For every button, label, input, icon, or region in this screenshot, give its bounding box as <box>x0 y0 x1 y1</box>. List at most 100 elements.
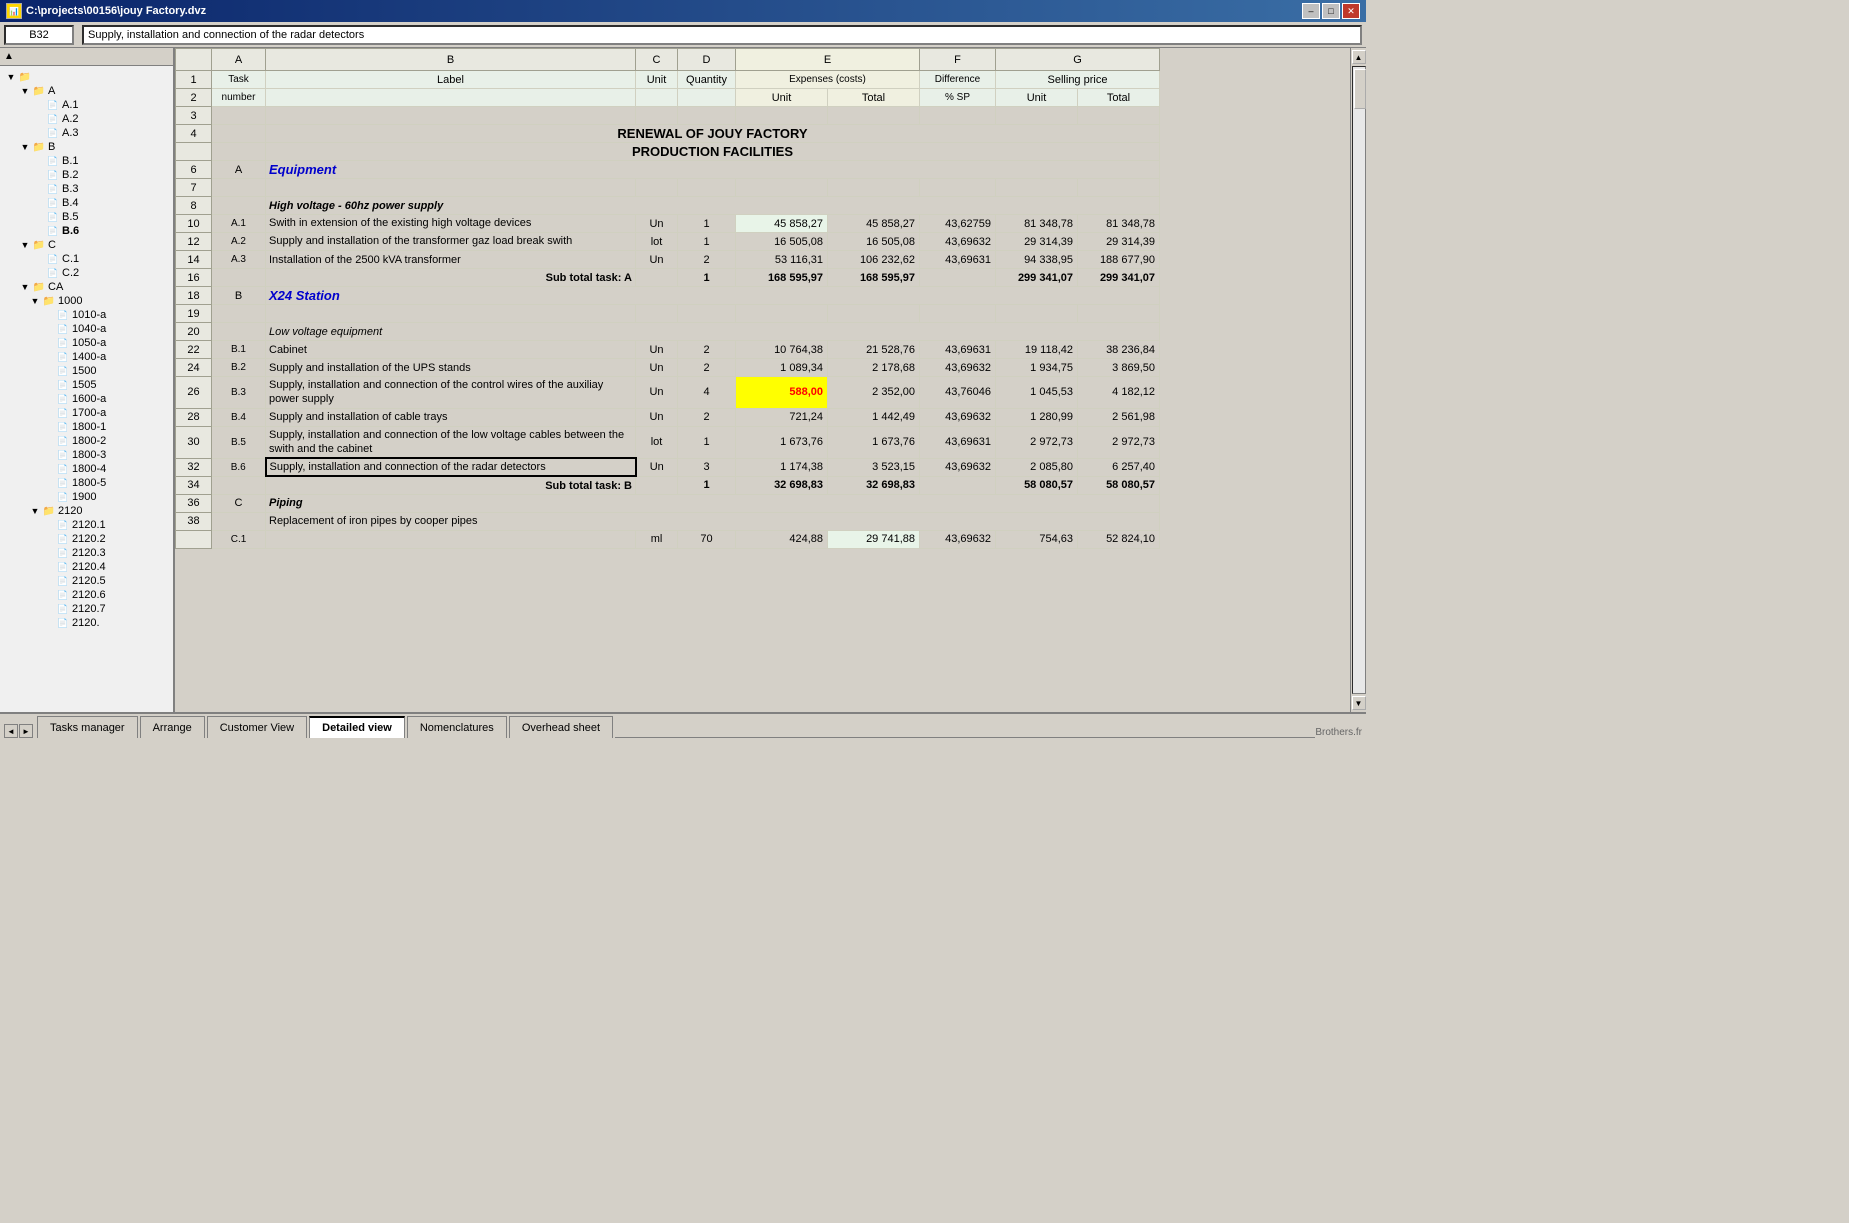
cell-A16[interactable] <box>212 269 266 287</box>
cell-G2[interactable]: Unit <box>996 89 1078 107</box>
cell-E34-total[interactable]: 32 698,83 <box>828 476 920 494</box>
cell-A3[interactable] <box>212 107 266 125</box>
cell-D3[interactable] <box>678 107 736 125</box>
cell-B1[interactable]: Label <box>266 71 636 89</box>
B-expander[interactable]: ▼ <box>18 142 32 152</box>
cell-G16[interactable]: 299 341,07 <box>996 269 1078 287</box>
cell-F19[interactable] <box>920 305 996 323</box>
cell-E22-total[interactable]: 21 528,76 <box>828 341 920 359</box>
col-header-F[interactable]: F <box>920 49 996 71</box>
cell-F2[interactable]: % SP <box>920 89 996 107</box>
tab-scroll-right[interactable]: ► <box>19 724 33 738</box>
tree-item-B[interactable]: ▼ 📁 B <box>4 140 169 154</box>
cell-E22-unit[interactable]: 10 764,38 <box>736 341 828 359</box>
cell-F22[interactable]: 43,69631 <box>920 341 996 359</box>
cell-B24[interactable]: Supply and installation of the UPS stand… <box>266 359 636 377</box>
tree-item-C[interactable]: ▼ 📁 C <box>4 238 169 252</box>
cell-B6[interactable]: Equipment <box>266 161 1160 179</box>
scroll-down-button[interactable]: ▼ <box>1352 696 1366 710</box>
cell-D10[interactable]: 1 <box>678 215 736 233</box>
tree-item-2120-1[interactable]: 📄 2120.1 <box>4 518 169 532</box>
tab-arrange[interactable]: Arrange <box>140 716 205 738</box>
cell-E39-unit[interactable]: 424,88 <box>736 530 828 548</box>
cell-A22[interactable]: B.1 <box>212 341 266 359</box>
cell-C19[interactable] <box>636 305 678 323</box>
cell-D34[interactable]: 1 <box>678 476 736 494</box>
cell-G22[interactable]: 19 118,42 <box>996 341 1078 359</box>
cell-A39[interactable]: C.1 <box>212 530 266 548</box>
cell-C16[interactable] <box>636 269 678 287</box>
cell-B32[interactable]: Supply, installation and connection of t… <box>266 458 636 476</box>
cell-E19[interactable] <box>736 305 828 323</box>
cell-G3[interactable] <box>996 107 1078 125</box>
cell-A36[interactable]: C <box>212 494 266 512</box>
cell-A18[interactable]: B <box>212 287 266 305</box>
cell-A4[interactable] <box>212 125 266 143</box>
cell-G26[interactable]: 1 045,53 <box>996 377 1078 409</box>
cell-F12[interactable]: 43,69632 <box>920 233 996 251</box>
cell-A14[interactable]: A.3 <box>212 251 266 269</box>
tree-item-B2[interactable]: 📄 B.2 <box>4 168 169 182</box>
cell-F28[interactable]: 43,69632 <box>920 408 996 426</box>
cell-A30[interactable]: B.5 <box>212 426 266 458</box>
cell-B18[interactable]: X24 Station <box>266 287 1160 305</box>
tree-item-2120-2[interactable]: 📄 2120.2 <box>4 532 169 546</box>
cell-B12[interactable]: Supply and installation of the transform… <box>266 233 636 251</box>
tree-item-2120-3[interactable]: 📄 2120.3 <box>4 546 169 560</box>
cell-E39-total[interactable]: 29 741,88 <box>828 530 920 548</box>
tab-detailed-view[interactable]: Detailed view <box>309 716 405 738</box>
cell-E30-unit[interactable]: 1 673,76 <box>736 426 828 458</box>
tree-item-C2[interactable]: 📄 C.2 <box>4 266 169 280</box>
cell-C7[interactable] <box>636 179 678 197</box>
cell-I12[interactable]: 29 314,39 <box>1078 233 1160 251</box>
cell-E24-total[interactable]: 2 178,68 <box>828 359 920 377</box>
tree-item-2120[interactable]: ▼ 📁 2120 <box>4 504 169 518</box>
cell-B38[interactable]: Replacement of iron pipes by cooper pipe… <box>266 512 1160 530</box>
cell-A5[interactable] <box>212 143 266 161</box>
cell-I39[interactable]: 52 824,10 <box>1078 530 1160 548</box>
cell-C26[interactable]: Un <box>636 377 678 409</box>
cell-A12[interactable]: A.2 <box>212 233 266 251</box>
tree-item-1600[interactable]: 📄 1600-a <box>4 392 169 406</box>
cell-E28-unit[interactable]: 721,24 <box>736 408 828 426</box>
cell-I19[interactable] <box>1078 305 1160 323</box>
cell-F10[interactable]: 43,62759 <box>920 215 996 233</box>
grid-scroll[interactable]: A B C D E F G 1 Task Label Un <box>175 48 1350 712</box>
cell-I30[interactable]: 2 972,73 <box>1078 426 1160 458</box>
cell-B2[interactable] <box>266 89 636 107</box>
cell-C1[interactable]: Unit <box>636 71 678 89</box>
cell-A34[interactable] <box>212 476 266 494</box>
cell-C39[interactable]: ml <box>636 530 678 548</box>
window-controls[interactable]: – □ ✕ <box>1302 3 1360 19</box>
cell-I2[interactable]: Total <box>1078 89 1160 107</box>
cell-D24[interactable]: 2 <box>678 359 736 377</box>
vertical-scrollbar[interactable]: ▲ ▼ <box>1350 48 1366 712</box>
cell-A20[interactable] <box>212 323 266 341</box>
cell-C10[interactable]: Un <box>636 215 678 233</box>
cell-C22[interactable]: Un <box>636 341 678 359</box>
tree-item-1700[interactable]: 📄 1700-a <box>4 406 169 420</box>
col-header-E[interactable]: E <box>736 49 920 71</box>
cell-E14-total[interactable]: 106 232,62 <box>828 251 920 269</box>
2120-expander[interactable]: ▼ <box>28 506 42 516</box>
cell-A28[interactable]: B.4 <box>212 408 266 426</box>
cell-A1[interactable]: Task <box>212 71 266 89</box>
minimize-button[interactable]: – <box>1302 3 1320 19</box>
tab-scroll-left[interactable]: ◄ <box>4 724 18 738</box>
tree-item-1500[interactable]: 📄 1500 <box>4 364 169 378</box>
cell-E3[interactable] <box>736 107 828 125</box>
cell-E3b[interactable] <box>828 107 920 125</box>
tree-item-B5[interactable]: 📄 B.5 <box>4 210 169 224</box>
cell-E30-total[interactable]: 1 673,76 <box>828 426 920 458</box>
tree-scroll-up[interactable]: ▲ <box>4 51 14 62</box>
cell-B5[interactable]: PRODUCTION FACILITIES <box>266 143 1160 161</box>
cell-F24[interactable]: 43,69632 <box>920 359 996 377</box>
cell-F3[interactable] <box>920 107 996 125</box>
cell-reference-input[interactable] <box>4 25 74 45</box>
cell-E7b[interactable] <box>828 179 920 197</box>
cell-F39[interactable]: 43,69632 <box>920 530 996 548</box>
cell-A10[interactable]: A.1 <box>212 215 266 233</box>
cell-D19[interactable] <box>678 305 736 323</box>
tab-overhead-sheet[interactable]: Overhead sheet <box>509 716 613 738</box>
tree-item-1800-1[interactable]: 📄 1800-1 <box>4 420 169 434</box>
